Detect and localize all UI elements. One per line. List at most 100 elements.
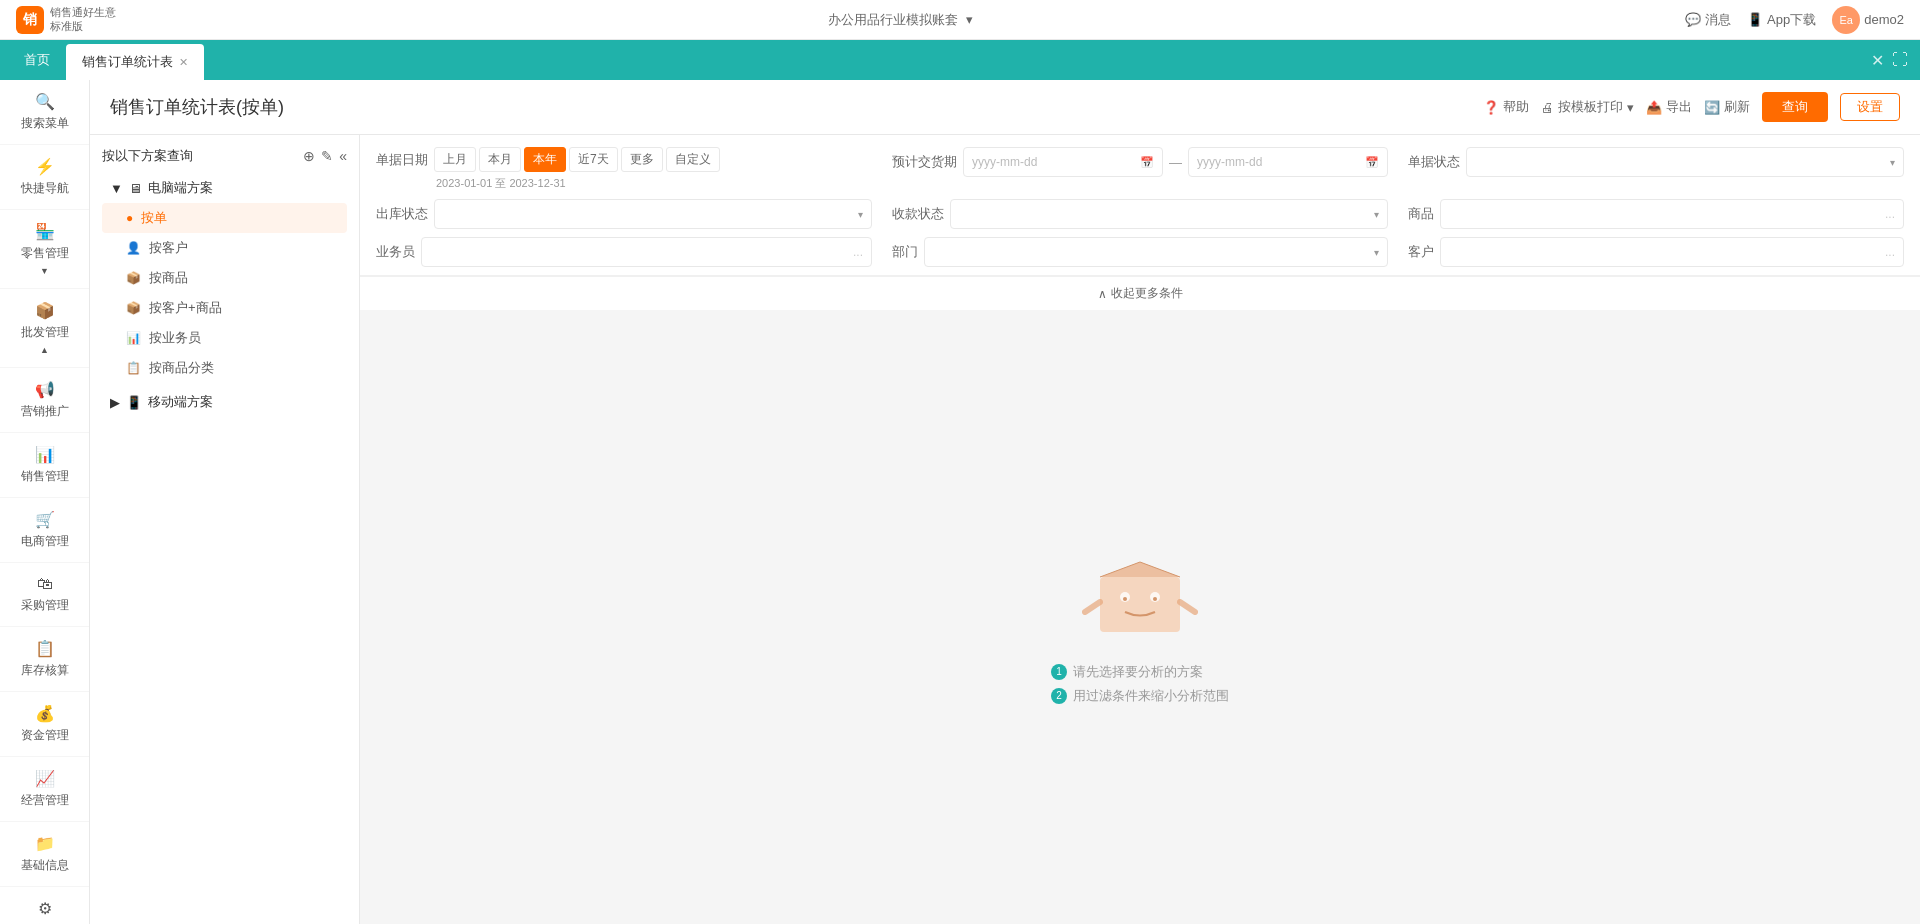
shipment-select[interactable]: ▾ [434,199,872,229]
avatar: Ea [1832,6,1860,34]
date-filter-cell: 单据日期 上月 本月 本年 近7天 更多 自定义 2023 [376,147,872,191]
filter-row-2: 出库状态 ▾ 收款状态 ▾ [376,199,1904,229]
quick-nav-icon: ⚡ [35,157,55,176]
svg-rect-0 [1100,577,1180,632]
export-button[interactable]: 📤 导出 [1646,98,1692,116]
scheme-group-mobile-header[interactable]: ▶ 📱 移动端方案 [102,387,347,417]
top-bar: 销 销售通好生意 标准版 办公用品行业模拟账套 ▾ 💬 消息 📱 App下载 E… [0,0,1920,40]
customer-cell: 客户 ... [1408,237,1904,267]
mobile-group-arrow: ▶ [110,395,120,410]
marketing-icon: 📢 [35,380,55,399]
payment-label: 收款状态 [892,205,944,223]
shipment-label: 出库状态 [376,205,428,223]
expected-date-end[interactable]: yyyy-mm-dd 📅 [1188,147,1388,177]
sidebar-item-marketing[interactable]: 📢 营销推广 [0,368,89,433]
empty-svg [1080,527,1200,647]
by-customer-product-icon: 📦 [126,301,141,315]
template-print-button[interactable]: 🖨 按模板打印 ▾ [1541,98,1634,116]
scheme-item-by-customer-product[interactable]: 📦 按客户+商品 [102,293,347,323]
shortcut-this-month[interactable]: 本月 [479,147,521,172]
tab-bar-actions: ✕ ⛶ [1871,51,1920,70]
collapse-button[interactable]: ∧ 收起更多条件 [360,276,1920,310]
shortcut-last-month[interactable]: 上月 [434,147,476,172]
tab-home[interactable]: 首页 [8,40,66,80]
shortcut-custom[interactable]: 自定义 [666,147,720,172]
svg-line-8 [1085,602,1100,612]
settings-button[interactable]: 设置 [1840,93,1900,121]
sidebar-item-finance[interactable]: 💰 资金管理 [0,692,89,757]
scheme-edit-icon[interactable]: ✎ [321,148,333,164]
retail-icon: 🏪 [35,222,55,241]
content-area: 销售订单统计表(按单) ❓ 帮助 🖨 按模板打印 ▾ 📤 导出 🔄 刷新 [90,80,1920,924]
sidebar-item-system[interactable]: ⚙ 系统管理 [0,887,89,924]
scheme-item-by-product-category[interactable]: 📋 按商品分类 [102,353,347,383]
shortcut-7days[interactable]: 近7天 [569,147,618,172]
page-title: 销售订单统计表(按单) [110,95,284,119]
help-button[interactable]: ❓ 帮助 [1483,98,1529,116]
sidebar-item-retail[interactable]: 🏪 零售管理 ▼ [0,210,89,289]
scheme-item-by-salesperson[interactable]: 📊 按业务员 [102,323,347,353]
salesperson-input[interactable]: ... [421,237,872,267]
shortcut-more[interactable]: 更多 [621,147,663,172]
scheme-item-by-order[interactable]: ● 按单 [102,203,347,233]
ops-icon: 📈 [35,769,55,788]
empty-illustration [1080,527,1200,647]
sales-mgmt-icon: 📊 [35,445,55,464]
filter-rows: 单据日期 上月 本月 本年 近7天 更多 自定义 2023 [360,135,1920,276]
dept-dropdown-icon: ▾ [1374,247,1379,258]
expected-date-start[interactable]: yyyy-mm-dd 📅 [963,147,1163,177]
status-label: 单据状态 [1408,153,1460,171]
customer-label: 客户 [1408,243,1434,261]
tab-sales-order[interactable]: 销售订单统计表 ✕ [66,44,204,80]
payment-cell: 收款状态 ▾ [892,199,1388,229]
dropdown-arrow[interactable]: ▾ [966,12,973,27]
by-order-icon: ● [126,211,133,225]
sidebar-item-ops[interactable]: 📈 经营管理 [0,757,89,822]
sidebar-item-wholesale[interactable]: 📦 批发管理 ▲ [0,289,89,368]
by-salesperson-icon: 📊 [126,331,141,345]
right-panel: 单据日期 上月 本月 本年 近7天 更多 自定义 2023 [360,135,1920,924]
system-icon: ⚙ [38,899,52,918]
tab-bar: 首页 销售订单统计表 ✕ ✕ ⛶ [0,40,1920,80]
product-input[interactable]: ... [1440,199,1904,229]
payment-select[interactable]: ▾ [950,199,1388,229]
sidebar-item-purchase[interactable]: 🛍 采购管理 [0,563,89,627]
search-menu-icon: 🔍 [35,92,55,111]
minimize-button[interactable]: ✕ [1871,51,1884,70]
sidebar-item-sales-mgmt[interactable]: 📊 销售管理 [0,433,89,498]
scheme-panel: 按以下方案查询 ⊕ ✎ « ▼ 🖥 电脑端方案 ● 按单 [90,135,360,924]
status-select[interactable]: ▾ [1466,147,1904,177]
shortcut-this-year[interactable]: 本年 [524,147,566,172]
status-dropdown-icon: ▾ [1890,157,1895,168]
sidebar-item-inventory[interactable]: 📋 库存核算 [0,627,89,692]
message-button[interactable]: 💬 消息 [1685,11,1731,29]
customer-input[interactable]: ... [1440,237,1904,267]
salesperson-cell: 业务员 ... [376,237,872,267]
by-product-icon: 📦 [126,271,141,285]
sidebar-item-quick-nav[interactable]: ⚡ 快捷导航 [0,145,89,210]
app-download-button[interactable]: 📱 App下载 [1747,11,1816,29]
tab-close-icon[interactable]: ✕ [179,56,188,69]
empty-tips: 1 请先选择要分析的方案 2 用过滤条件来缩小分析范围 [1051,663,1229,711]
dept-select[interactable]: ▾ [924,237,1388,267]
sidebar-item-basic[interactable]: 📁 基础信息 [0,822,89,887]
user-profile-button[interactable]: Ea demo2 [1832,6,1904,34]
logo-area: 销 销售通好生意 标准版 [16,6,116,34]
scheme-collapse-icon[interactable]: « [339,148,347,164]
top-bar-center[interactable]: 办公用品行业模拟账套 ▾ [828,11,973,29]
query-button[interactable]: 查询 [1762,92,1828,122]
scheme-group-pc-header[interactable]: ▼ 🖥 电脑端方案 [102,173,347,203]
sidebar-item-search-menu[interactable]: 🔍 搜索菜单 [0,80,89,145]
sidebar-item-ecommerce[interactable]: 🛒 电商管理 [0,498,89,563]
scheme-item-by-product[interactable]: 📦 按商品 [102,263,347,293]
shipment-dropdown-icon: ▾ [858,209,863,220]
empty-state: 1 请先选择要分析的方案 2 用过滤条件来缩小分析范围 [360,310,1920,924]
scheme-group-pc: ▼ 🖥 电脑端方案 ● 按单 👤 按客户 📦 按商品 [102,173,347,383]
maximize-button[interactable]: ⛶ [1892,51,1908,69]
refresh-button[interactable]: 🔄 刷新 [1704,98,1750,116]
by-customer-icon: 👤 [126,241,141,255]
message-icon: 💬 [1685,12,1701,27]
scheme-add-icon[interactable]: ⊕ [303,148,315,164]
print-dropdown-icon[interactable]: ▾ [1627,100,1634,115]
scheme-item-by-customer[interactable]: 👤 按客户 [102,233,347,263]
